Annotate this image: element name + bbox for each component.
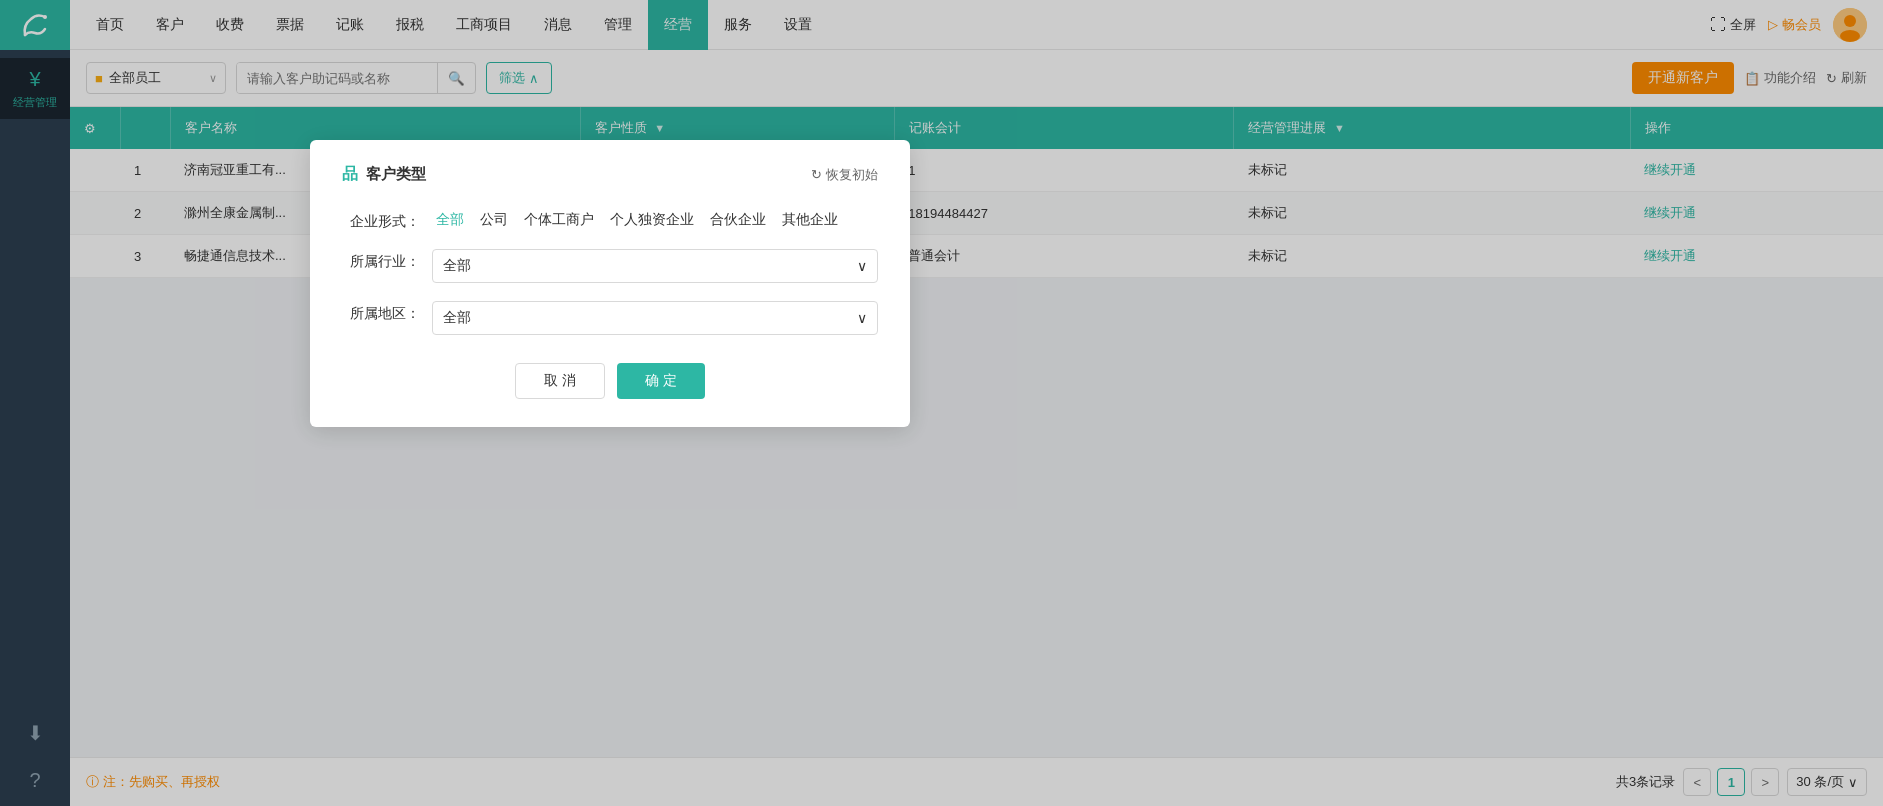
enterprise-option-合伙企业[interactable]: 合伙企业 [706, 209, 770, 231]
modal-footer: 取 消 确 定 [342, 363, 878, 399]
industry-select[interactable]: 全部 ∨ [432, 249, 878, 283]
enterprise-option-公司[interactable]: 公司 [476, 209, 512, 231]
enterprise-form-label: 企业形式： [342, 209, 432, 231]
enterprise-form-row: 企业形式： 全部公司个体工商户个人独资企业合伙企业其他企业 [342, 209, 878, 231]
enterprise-option-全部[interactable]: 全部 [432, 209, 468, 231]
industry-select-value: 全部 [443, 257, 471, 275]
enterprise-option-个人独资企业[interactable]: 个人独资企业 [606, 209, 698, 231]
region-chevron-icon: ∨ [857, 310, 867, 326]
region-label: 所属地区： [342, 301, 432, 323]
region-select-wrapper: 全部 ∨ [432, 301, 878, 335]
industry-label: 所属行业： [342, 249, 432, 271]
enterprise-options: 全部公司个体工商户个人独资企业合伙企业其他企业 [432, 209, 878, 231]
region-select[interactable]: 全部 ∨ [432, 301, 878, 335]
modal-header: 品 客户类型 ↻ 恢复初始 [342, 164, 878, 185]
reset-button[interactable]: ↻ 恢复初始 [811, 166, 878, 184]
reset-icon: ↻ [811, 167, 822, 182]
confirm-button[interactable]: 确 定 [617, 363, 705, 399]
industry-chevron-icon: ∨ [857, 258, 867, 274]
filter-modal: 品 客户类型 ↻ 恢复初始 企业形式： 全部公司个体工商户个人独资企业合伙企业其… [310, 140, 910, 427]
industry-select-wrapper: 全部 ∨ [432, 249, 878, 283]
modal-overlay: 品 客户类型 ↻ 恢复初始 企业形式： 全部公司个体工商户个人独资企业合伙企业其… [0, 0, 1883, 806]
cancel-button[interactable]: 取 消 [515, 363, 605, 399]
modal-title: 品 客户类型 [342, 164, 426, 185]
industry-row: 所属行业： 全部 ∨ [342, 249, 878, 283]
modal-title-icon: 品 [342, 164, 358, 185]
enterprise-option-其他企业[interactable]: 其他企业 [778, 209, 842, 231]
region-row: 所属地区： 全部 ∨ [342, 301, 878, 335]
enterprise-option-个体工商户[interactable]: 个体工商户 [520, 209, 598, 231]
modal-title-text: 客户类型 [366, 165, 426, 184]
region-select-value: 全部 [443, 309, 471, 327]
reset-label: 恢复初始 [826, 166, 878, 184]
